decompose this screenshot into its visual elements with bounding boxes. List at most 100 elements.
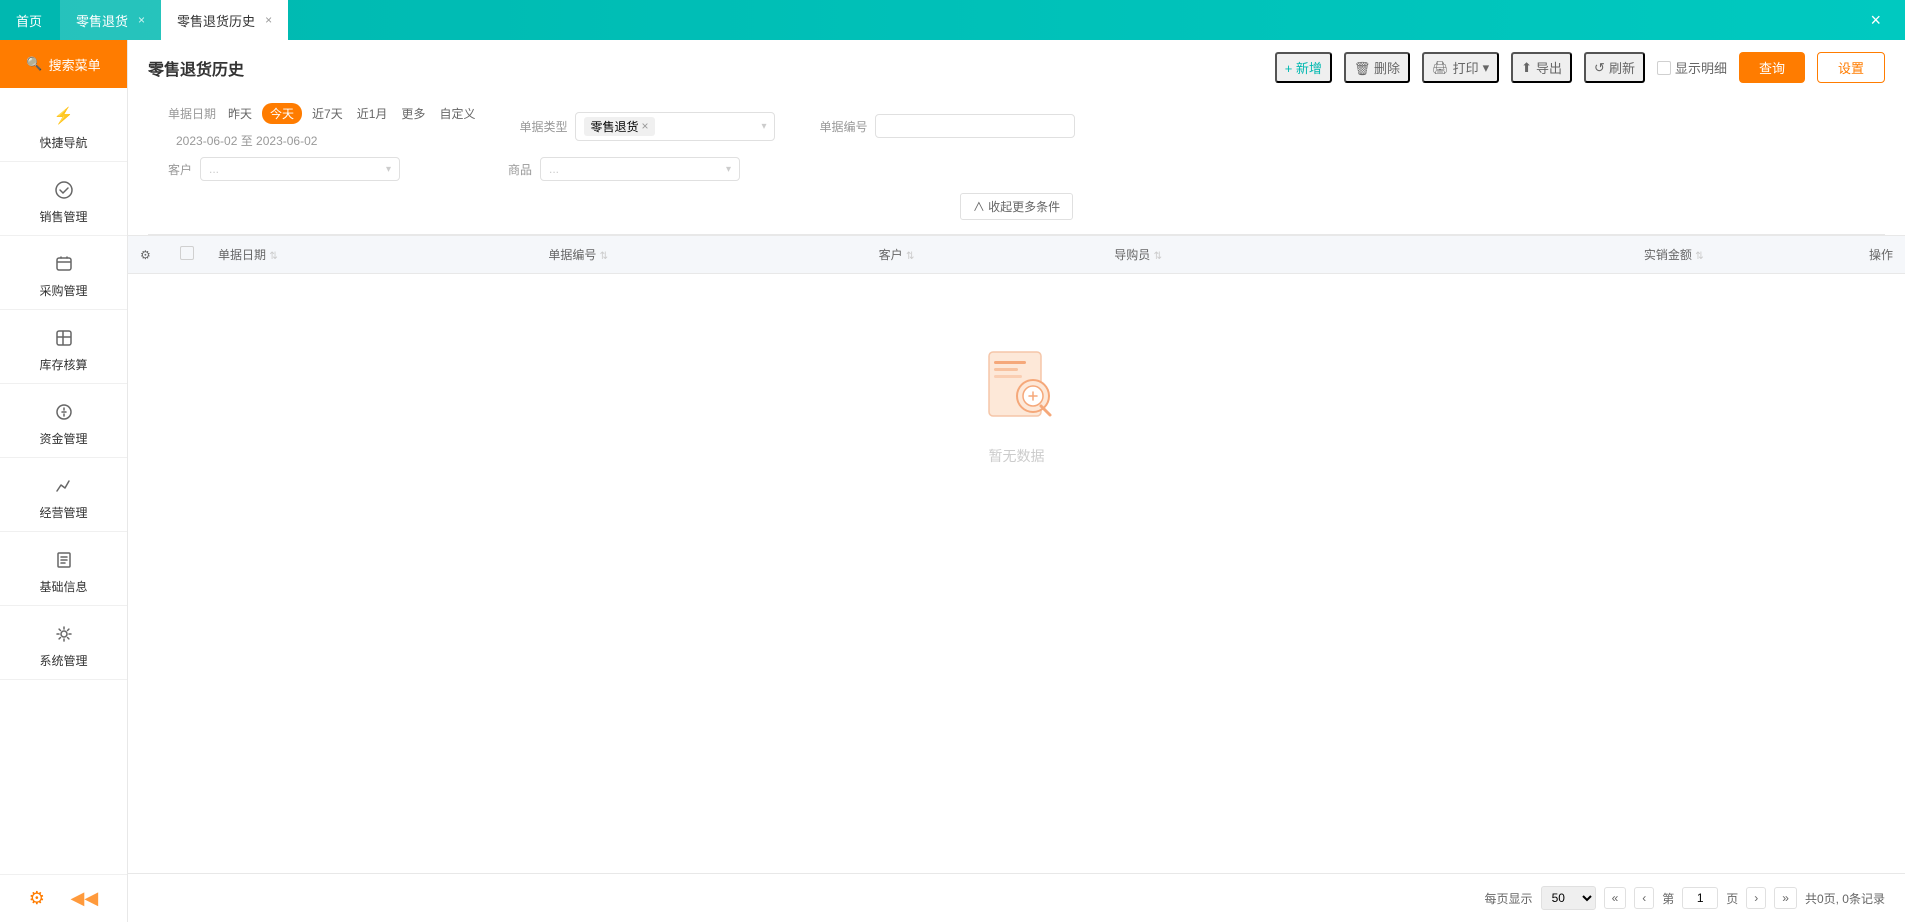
date-opt-today[interactable]: 今天 [262, 103, 302, 124]
type-select-arrow: ▾ [761, 121, 766, 132]
sidebar-item-inventory-label: 库存核算 [39, 356, 87, 373]
refresh-button[interactable]: ↺ 刷新 [1584, 52, 1645, 83]
new-button[interactable]: + 新增 [1275, 52, 1332, 83]
window-close-button[interactable]: × [1862, 10, 1889, 31]
goods-select[interactable]: ... ▾ [540, 157, 740, 181]
sidebar: 🔍 搜索菜单 ⚡ 快捷导航 销售管理 采购管理 [0, 40, 128, 922]
th-customer[interactable]: 客户 [867, 236, 1103, 274]
sidebar-item-operations[interactable]: 经营管理 [0, 458, 127, 532]
type-label: 单据类型 [519, 118, 567, 135]
page-title: 零售退货历史 [148, 56, 244, 80]
th-guide-label: 导购员 [1114, 248, 1150, 262]
order-no-label: 单据编号 [819, 118, 867, 135]
th-amount[interactable]: 实销金额 [1385, 236, 1715, 274]
date-label: 单据日期 [168, 105, 216, 122]
delete-button[interactable]: 🗑 删除 [1344, 52, 1410, 83]
goods-label: 商品 [508, 161, 532, 178]
prev-page-button[interactable]: ‹ [1634, 887, 1654, 909]
table-body: 暂无数据 [128, 274, 1905, 527]
sidebar-item-purchase-mgmt[interactable]: 采购管理 [0, 236, 127, 310]
sidebar-item-sales-mgmt[interactable]: 销售管理 [0, 162, 127, 236]
tab-retail-return-history-close[interactable]: × [265, 13, 272, 27]
last-page-button[interactable]: » [1774, 887, 1797, 909]
page-label: 第 [1662, 890, 1674, 907]
first-page-button[interactable]: « [1604, 887, 1627, 909]
sidebar-item-system-mgmt[interactable]: 系统管理 [0, 606, 127, 680]
date-opt-yesterday[interactable]: 昨天 [224, 103, 256, 124]
th-date[interactable]: 单据日期 [206, 236, 536, 274]
page-unit-label: 页 [1726, 890, 1738, 907]
show-detail-checkbox-box[interactable] [1657, 61, 1671, 75]
settings-icon[interactable]: ⚙ [140, 248, 151, 262]
print-button[interactable]: 🖨 打印 ▾ [1422, 52, 1499, 83]
date-opt-1month[interactable]: 近1月 [353, 103, 392, 124]
show-detail-checkbox[interactable]: 显示明细 [1657, 58, 1727, 77]
page-size-select[interactable]: 50 10 20 100 [1541, 886, 1596, 910]
sidebar-search[interactable]: 🔍 搜索菜单 [0, 40, 127, 88]
basic-info-icon [50, 546, 78, 574]
date-range: 2023-06-02 至 2023-06-02 [176, 132, 317, 149]
table-head: ⚙ 单据日期 单据编号 客户 [128, 236, 1905, 274]
filter-row-2: 客户 ... ▾ 商品 ... ▾ [168, 157, 1865, 181]
table-header-row: ⚙ 单据日期 单据编号 客户 [128, 236, 1905, 274]
next-page-button[interactable]: › [1746, 887, 1766, 909]
tab-retail-return-label: 零售退货 [76, 11, 128, 30]
pagination-bar: 每页显示 50 10 20 100 « ‹ 第 页 › » 共0页, 0条记录 [128, 873, 1905, 922]
tab-retail-return-history-label: 零售退货历史 [177, 11, 255, 30]
empty-icon [967, 334, 1067, 434]
sidebar-item-purchase-mgmt-label: 采购管理 [39, 282, 87, 299]
empty-state-row: 暂无数据 [128, 274, 1905, 527]
data-table: ⚙ 单据日期 单据编号 客户 [128, 236, 1905, 526]
th-checkbox[interactable] [168, 236, 206, 274]
th-customer-label: 客户 [879, 248, 903, 262]
page-size-label: 每页显示 [1485, 890, 1533, 907]
print-dropdown-icon: ▾ [1483, 60, 1490, 76]
page-input[interactable] [1682, 887, 1718, 909]
table-wrapper: ⚙ 单据日期 单据编号 客户 [128, 236, 1905, 873]
date-opt-more[interactable]: 更多 [397, 103, 429, 124]
th-order-no[interactable]: 单据编号 [536, 236, 866, 274]
tab-home[interactable]: 首页 [0, 0, 58, 40]
sidebar-collapse-icon[interactable]: ◀◀ [71, 888, 99, 909]
sidebar-item-operations-label: 经营管理 [39, 504, 87, 521]
order-no-input[interactable] [875, 114, 1075, 138]
sidebar-item-basic-info-label: 基础信息 [39, 578, 87, 595]
th-date-label: 单据日期 [218, 248, 266, 262]
type-select[interactable]: 零售退货 × ▾ [575, 112, 775, 141]
query-button[interactable]: 查询 [1739, 52, 1805, 83]
sidebar-settings-icon[interactable]: ⚙ [29, 888, 45, 909]
main-layout: 🔍 搜索菜单 ⚡ 快捷导航 销售管理 采购管理 [0, 40, 1905, 922]
filter-row-1: 单据日期 昨天 今天 近7天 近1月 更多 自定义 2023-06-02 至 2… [168, 103, 1865, 149]
customer-select[interactable]: ... ▾ [200, 157, 400, 181]
content-area: 零售退货历史 + 新增 🗑 删除 🖨 打印 ▾ ⬆ 导出 ↺ [128, 40, 1905, 922]
sidebar-item-quick-nav-label: 快捷导航 [39, 134, 87, 151]
customer-select-arrow: ▾ [386, 164, 391, 175]
export-button[interactable]: ⬆ 导出 [1511, 52, 1572, 83]
total-text: 共0页, 0条记录 [1805, 890, 1885, 907]
settings-button[interactable]: 设置 [1817, 52, 1885, 83]
top-bar: 首页 零售退货 × 零售退货历史 × × [0, 0, 1905, 40]
sidebar-item-finance[interactable]: 资金管理 [0, 384, 127, 458]
th-actions: 操作 [1716, 236, 1905, 274]
sidebar-item-basic-info[interactable]: 基础信息 [0, 532, 127, 606]
tab-retail-return[interactable]: 零售退货 × [60, 0, 161, 40]
type-tag-value: 零售退货 [590, 118, 638, 135]
empty-text: 暂无数据 [989, 446, 1045, 466]
sidebar-item-quick-nav[interactable]: ⚡ 快捷导航 [0, 88, 127, 162]
tab-retail-return-history[interactable]: 零售退货历史 × [161, 0, 288, 40]
type-tag-close[interactable]: × [641, 119, 648, 133]
inventory-icon [50, 324, 78, 352]
purchase-mgmt-icon [50, 250, 78, 278]
collapse-button[interactable]: ∧ 收起更多条件 [960, 193, 1073, 220]
sidebar-item-inventory[interactable]: 库存核算 [0, 310, 127, 384]
date-opt-7days[interactable]: 近7天 [308, 103, 347, 124]
sidebar-item-sales-mgmt-label: 销售管理 [39, 208, 87, 225]
finance-icon [50, 398, 78, 426]
tab-retail-return-close[interactable]: × [138, 13, 145, 27]
th-settings[interactable]: ⚙ [128, 236, 168, 274]
date-opt-custom[interactable]: 自定义 [435, 103, 479, 124]
select-all-checkbox[interactable] [180, 246, 194, 260]
th-guide[interactable]: 导购员 [1102, 236, 1385, 274]
operations-icon [50, 472, 78, 500]
sales-mgmt-icon [50, 176, 78, 204]
